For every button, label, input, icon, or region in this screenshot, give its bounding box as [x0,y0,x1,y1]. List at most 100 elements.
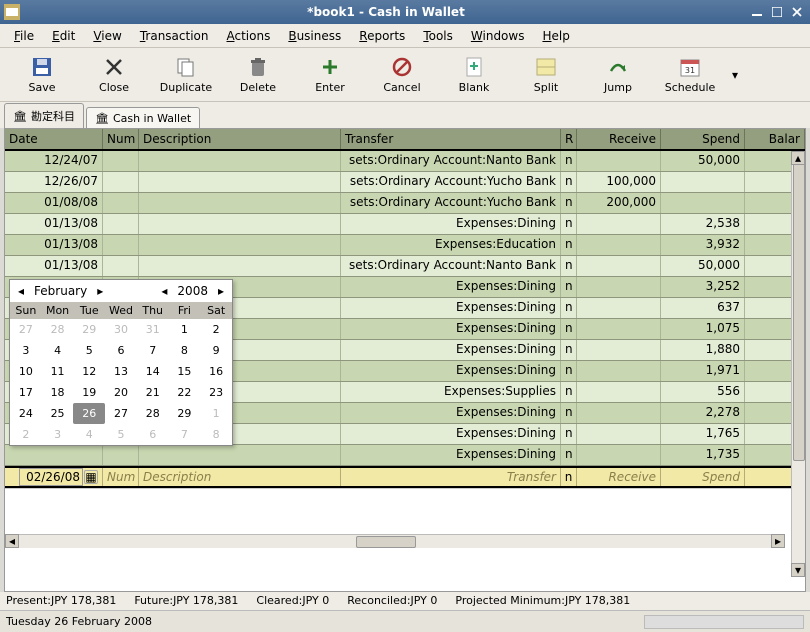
calendar-day[interactable]: 3 [10,340,42,361]
receive-input[interactable]: Receive [577,468,661,486]
blank-button[interactable]: Blank [438,51,510,99]
calendar-day[interactable]: 16 [200,361,232,382]
reconcile-flag[interactable]: n [561,468,577,486]
jump-button[interactable]: Jump [582,51,654,99]
v-scroll-up[interactable]: ▴ [791,151,805,165]
calendar-day[interactable]: 11 [42,361,74,382]
year-label[interactable]: 2008 [171,284,214,298]
calendar-day[interactable]: 2 [10,424,42,445]
calendar-day[interactable]: 3 [42,424,74,445]
calendar-day[interactable]: 28 [137,403,169,424]
split-button[interactable]: Split [510,51,582,99]
calendar-day[interactable]: 26 [73,403,105,424]
prev-month[interactable]: ◂ [14,284,28,298]
minimize-button[interactable] [748,4,766,20]
calendar-day[interactable]: 27 [10,319,42,340]
next-month[interactable]: ▸ [93,284,107,298]
tab-accounts[interactable]: 🏛勘定科目 [4,103,84,128]
calendar-day[interactable]: 21 [137,382,169,403]
calendar-day[interactable]: 10 [10,361,42,382]
v-scroll-thumb[interactable] [793,161,805,461]
calendar-day[interactable]: 17 [10,382,42,403]
schedule-button[interactable]: 31Schedule [654,51,726,99]
col-date[interactable]: Date [5,129,103,149]
col-spend[interactable]: Spend [661,129,745,149]
save-button[interactable]: Save [6,51,78,99]
calendar-day[interactable]: 30 [105,319,137,340]
duplicate-button[interactable]: Duplicate [150,51,222,99]
menu-windows[interactable]: Windows [463,27,533,45]
calendar-day[interactable]: 7 [169,424,201,445]
menu-help[interactable]: Help [534,27,577,45]
calendar-day[interactable]: 18 [42,382,74,403]
menu-file[interactable]: File [6,27,42,45]
month-label[interactable]: February [28,284,93,298]
table-row[interactable]: 01/13/08sets:Ordinary Account:Nanto Bank… [5,256,805,277]
menu-actions[interactable]: Actions [219,27,279,45]
col-r[interactable]: R [561,129,577,149]
table-row[interactable]: 01/08/08sets:Ordinary Account:Yucho Bank… [5,193,805,214]
toolbar-overflow[interactable]: ▾ [726,51,744,99]
next-year[interactable]: ▸ [214,284,228,298]
calendar-day[interactable]: 8 [169,340,201,361]
calendar-day[interactable]: 27 [105,403,137,424]
v-scrollbar[interactable] [791,151,805,577]
transfer-input[interactable]: Transfer [341,468,561,486]
prev-year[interactable]: ◂ [157,284,171,298]
col-balance[interactable]: Balar [745,129,805,149]
col-num[interactable]: Num [103,129,139,149]
calendar-day[interactable]: 24 [10,403,42,424]
close-button-tb[interactable]: Close [78,51,150,99]
table-row[interactable]: 12/26/07sets:Ordinary Account:Yucho Bank… [5,172,805,193]
menu-transaction[interactable]: Transaction [132,27,217,45]
col-transfer[interactable]: Transfer [341,129,561,149]
calendar-day[interactable]: 29 [169,403,201,424]
calendar-button[interactable]: ▦ [84,470,98,484]
col-description[interactable]: Description [139,129,341,149]
maximize-button[interactable] [768,4,786,20]
col-receive[interactable]: Receive [577,129,661,149]
cancel-button[interactable]: Cancel [366,51,438,99]
calendar-day[interactable]: 20 [105,382,137,403]
date-input[interactable] [20,469,82,485]
calendar-day[interactable]: 7 [137,340,169,361]
calendar-day[interactable]: 22 [169,382,201,403]
calendar-day[interactable]: 13 [105,361,137,382]
h-scroll-left[interactable]: ◂ [5,534,19,548]
h-scroll-right[interactable]: ▸ [771,534,785,548]
close-button[interactable] [788,4,806,20]
calendar-day[interactable]: 15 [169,361,201,382]
calendar-day[interactable]: 19 [73,382,105,403]
calendar-day[interactable]: 9 [200,340,232,361]
h-scroll-thumb[interactable] [356,536,416,548]
enter-button[interactable]: Enter [294,51,366,99]
menu-reports[interactable]: Reports [351,27,413,45]
description-input[interactable]: Description [139,468,341,486]
calendar-day[interactable]: 14 [137,361,169,382]
num-input[interactable]: Num [103,468,139,486]
menu-edit[interactable]: Edit [44,27,83,45]
calendar-day[interactable]: 8 [200,424,232,445]
spend-input[interactable]: Spend [661,468,745,486]
calendar-day[interactable]: 4 [42,340,74,361]
calendar-day[interactable]: 29 [73,319,105,340]
table-row[interactable]: 12/24/07sets:Ordinary Account:Nanto Bank… [5,151,805,172]
menu-view[interactable]: View [85,27,129,45]
calendar-day[interactable]: 6 [137,424,169,445]
menu-tools[interactable]: Tools [415,27,461,45]
calendar-day[interactable]: 5 [73,340,105,361]
calendar-day[interactable]: 1 [200,403,232,424]
table-row[interactable]: 01/13/08Expenses:Educationn3,9322 [5,235,805,256]
table-row[interactable]: 01/13/08Expenses:Diningn2,5382 [5,214,805,235]
calendar-day[interactable]: 4 [73,424,105,445]
calendar-day[interactable]: 2 [200,319,232,340]
calendar-day[interactable]: 5 [105,424,137,445]
tab-cash-in-wallet[interactable]: 🏛Cash in Wallet [86,107,200,129]
v-scroll-down[interactable]: ▾ [791,563,805,577]
calendar-day[interactable]: 1 [169,319,201,340]
calendar-day[interactable]: 12 [73,361,105,382]
h-scrollbar[interactable] [5,534,785,548]
calendar-day[interactable]: 6 [105,340,137,361]
menu-business[interactable]: Business [280,27,349,45]
calendar-day[interactable]: 23 [200,382,232,403]
